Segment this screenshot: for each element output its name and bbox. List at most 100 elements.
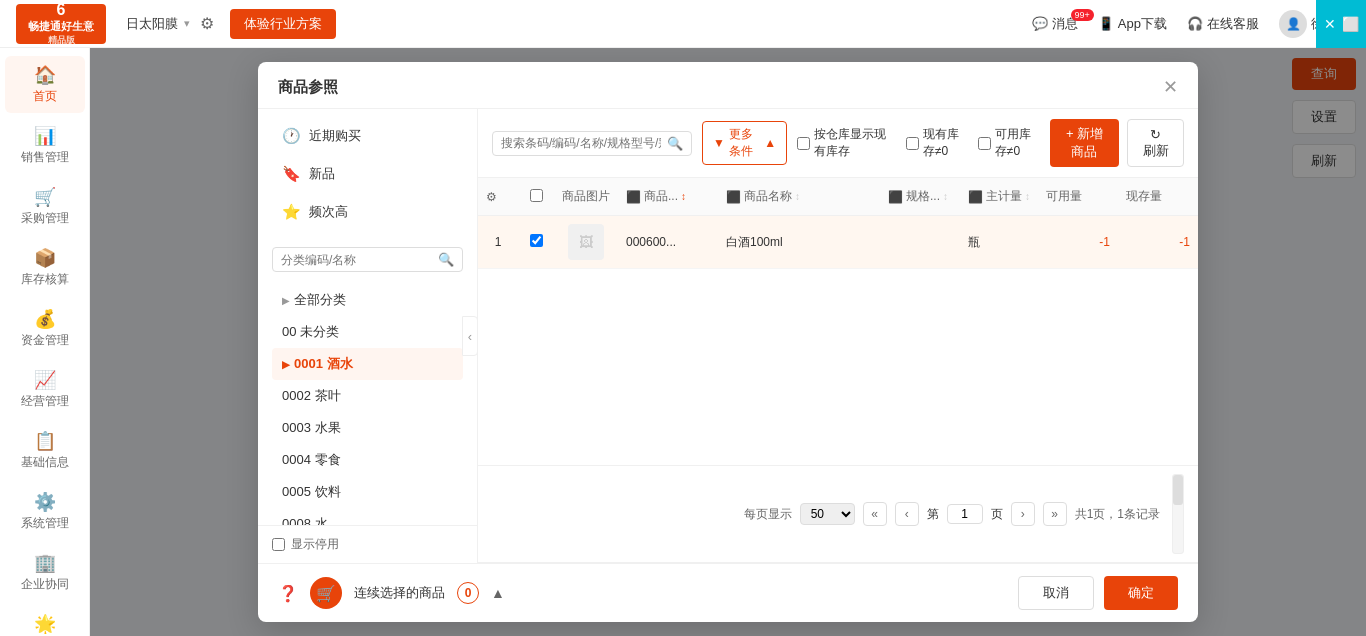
col-header-name[interactable]: ⬛ 商品名称 ↕: [718, 178, 880, 216]
sidebar-label-sales: 销售管理: [21, 149, 69, 166]
table-row[interactable]: 1 🖼: [478, 216, 1198, 269]
sidebar-label-home: 首页: [33, 88, 57, 105]
sidebar-item-home[interactable]: 🏠 首页: [5, 56, 85, 113]
sidebar-item-inventory[interactable]: 📦 库存核算: [5, 239, 85, 296]
online-service-nav[interactable]: 🎧 在线客服: [1187, 15, 1259, 33]
category-all[interactable]: ▶ 全部分类: [272, 284, 463, 316]
uncategorized-label: 00 未分类: [282, 323, 339, 341]
name-sort-icon[interactable]: ↕: [795, 191, 800, 202]
frequent-item[interactable]: ⭐ 频次高: [272, 195, 463, 229]
warehouse-label: 按仓库显示现有库存: [814, 126, 896, 160]
page-next-button[interactable]: ›: [1011, 502, 1035, 526]
cart-count: 0: [457, 582, 479, 604]
recent-purchase-item[interactable]: 🕐 近期购买: [272, 119, 463, 153]
product-reference-modal: 商品参照 ✕ 🕐 近期购买: [258, 62, 1198, 622]
show-disabled-checkbox[interactable]: [272, 538, 285, 551]
headset-icon: 🎧: [1187, 16, 1203, 31]
per-page-select[interactable]: 50 100 200: [800, 503, 855, 525]
sidebar-item-enterprise[interactable]: 🏢 企业协同: [5, 544, 85, 601]
available-stock-checkbox[interactable]: [978, 137, 991, 150]
sidebar-item-sales[interactable]: 📊 销售管理: [5, 117, 85, 174]
col-header-available: 可用量: [1038, 178, 1118, 216]
sidebar-item-purchase[interactable]: 🛒 采购管理: [5, 178, 85, 235]
product-search-icon[interactable]: 🔍: [667, 136, 683, 151]
app-icon: 📱: [1098, 16, 1114, 31]
col-header-code[interactable]: ⬛ 商品... ↕: [618, 178, 718, 216]
category-item-drinks[interactable]: 0005 饮料: [272, 476, 463, 508]
store-selector[interactable]: 日太阳膜 ▾: [126, 15, 190, 33]
sidebar-item-guide[interactable]: 🌟 新手引导: [5, 605, 85, 636]
online-service-label: 在线客服: [1207, 15, 1259, 33]
code-sort-icon[interactable]: ↕: [681, 191, 686, 202]
filter-collapse-icon: ▲: [764, 136, 776, 150]
sidebar-item-system[interactable]: ⚙️ 系统管理: [5, 483, 85, 540]
category-item-fruit[interactable]: 0003 水果: [272, 412, 463, 444]
filter-icon: ▼: [713, 136, 725, 150]
inventory-icon: 📦: [34, 247, 56, 269]
guide-icon: 🌟: [34, 613, 56, 635]
app-download-nav[interactable]: 📱 App下载: [1098, 15, 1167, 33]
modal-close-button[interactable]: ✕: [1163, 76, 1178, 98]
col-available-label: 可用量: [1046, 188, 1082, 205]
current-stock-checkbox-label[interactable]: 现有库存≠0: [906, 126, 968, 160]
col-spec-label: 规格...: [906, 188, 940, 205]
settings-icon[interactable]: ⚙: [200, 14, 214, 33]
category-item-liquor[interactable]: ▶ 0001 酒水: [272, 348, 463, 380]
col-header-unit[interactable]: ⬛ 主计量 ↕: [960, 178, 1038, 216]
settings-col-icon[interactable]: ⚙: [486, 190, 497, 204]
page-prev-button[interactable]: ‹: [895, 502, 919, 526]
category-list: ▶ 全部分类 00 未分类 ▶ 0001 酒水: [258, 280, 477, 525]
page-last-button[interactable]: »: [1043, 502, 1067, 526]
cancel-button[interactable]: 取消: [1018, 576, 1094, 610]
message-badge: 99+: [1071, 9, 1094, 21]
sidebar-label-basic: 基础信息: [21, 454, 69, 471]
col-image-label: 商品图片: [562, 188, 610, 205]
col-stock-label: 现存量: [1126, 188, 1162, 205]
category-item-snacks[interactable]: 0004 零食: [272, 444, 463, 476]
category-item-water[interactable]: 0008 水: [272, 508, 463, 525]
page-first-button[interactable]: «: [863, 502, 887, 526]
maximize-icon[interactable]: ⬜: [1342, 16, 1359, 32]
available-stock-checkbox-label[interactable]: 可用库存≠0: [978, 126, 1040, 160]
row-check[interactable]: [518, 216, 554, 269]
row-spec: [880, 216, 960, 269]
col-header-spec[interactable]: ⬛ 规格... ↕: [880, 178, 960, 216]
finance-icon: 💰: [34, 308, 56, 330]
refresh-button[interactable]: ↻ 刷新: [1127, 119, 1184, 167]
spec-sort-icon[interactable]: ↕: [943, 191, 948, 202]
basic-icon: 📋: [34, 430, 56, 452]
messages-nav[interactable]: 💬 消息 99+: [1032, 15, 1078, 33]
trial-button[interactable]: 体验行业方案: [230, 9, 336, 39]
category-item-uncategorized[interactable]: 00 未分类: [272, 316, 463, 348]
unit-sort-icon[interactable]: ↕: [1025, 191, 1030, 202]
product-code: 000600...: [626, 235, 676, 249]
row-checkbox[interactable]: [530, 234, 543, 247]
select-all-checkbox[interactable]: [530, 189, 543, 202]
pagination-bar: 每页显示 50 100 200 « ‹ 第 页: [478, 466, 1198, 563]
category-search-input[interactable]: [281, 253, 434, 267]
operations-icon: 📈: [34, 369, 56, 391]
page-number-input[interactable]: [947, 504, 983, 524]
minimize-icon[interactable]: ✕: [1324, 16, 1336, 32]
add-product-button[interactable]: + 新增商品: [1050, 119, 1120, 167]
product-search-input[interactable]: [501, 136, 661, 150]
category-item-tea[interactable]: 0002 茶叶: [272, 380, 463, 412]
sidebar-item-operations[interactable]: 📈 经营管理: [5, 361, 85, 418]
category-search-icon[interactable]: 🔍: [438, 252, 454, 267]
row-unit: 瓶: [960, 216, 1038, 269]
help-icon[interactable]: ❓: [278, 584, 298, 603]
current-stock-checkbox[interactable]: [906, 137, 919, 150]
filter-button[interactable]: ▼ 更多条件 ▲: [702, 121, 787, 165]
chevron-up-icon[interactable]: ▲: [491, 585, 505, 601]
drinks-label: 0005 饮料: [282, 483, 341, 501]
sidebar-item-finance[interactable]: 💰 资金管理: [5, 300, 85, 357]
product-available: -1: [1099, 235, 1110, 249]
warehouse-checkbox-label[interactable]: 按仓库显示现有库存: [797, 126, 896, 160]
warehouse-checkbox[interactable]: [797, 137, 810, 150]
confirm-button[interactable]: 确定: [1104, 576, 1178, 610]
product-search-box: 🔍: [492, 131, 692, 156]
sidebar-item-basic[interactable]: 📋 基础信息: [5, 422, 85, 479]
sidebar-collapse-button[interactable]: ‹: [462, 316, 478, 356]
new-products-item[interactable]: 🔖 新品: [272, 157, 463, 191]
col-header-image: 商品图片: [554, 178, 618, 216]
